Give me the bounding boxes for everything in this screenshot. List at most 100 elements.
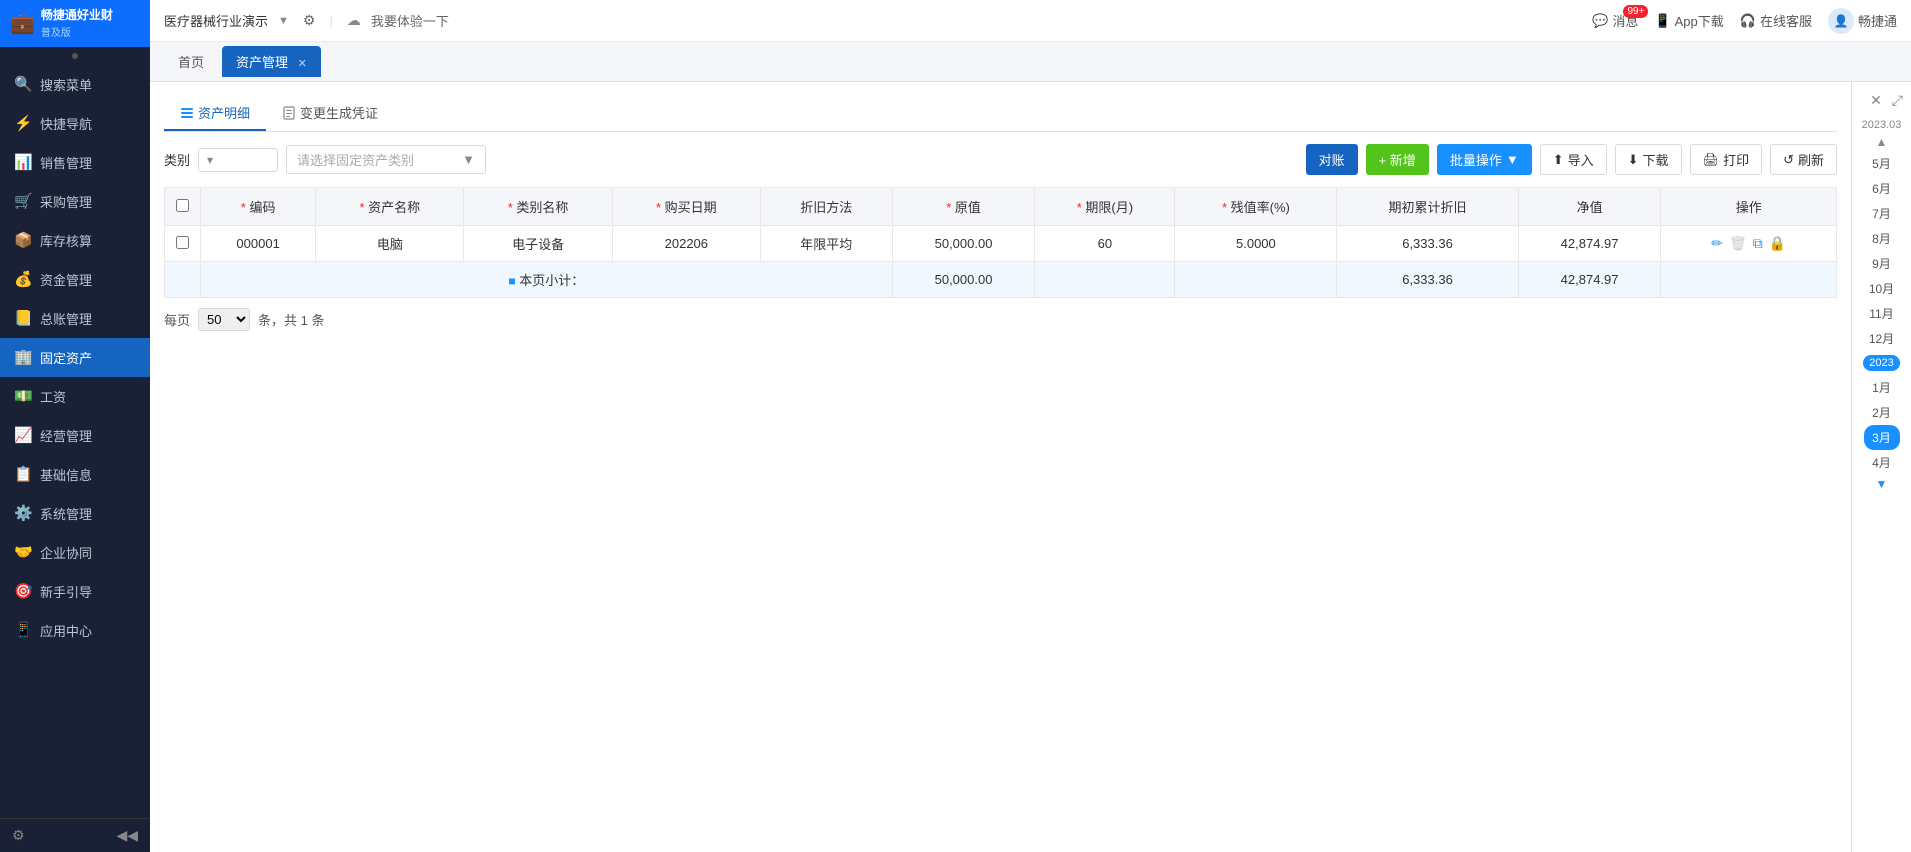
subtotal-original-value: 50,000.00 bbox=[892, 262, 1035, 298]
toolbar: 类别 ▾ 请选择固定资产类别 ▼ 对账 + 新增 批量操作 ▼ bbox=[164, 144, 1837, 175]
edit-icon[interactable]: ✏ bbox=[1711, 235, 1723, 252]
panel-up-icon[interactable]: ▲ bbox=[1876, 135, 1888, 149]
panel-down-icon[interactable]: ▼ bbox=[1876, 477, 1888, 491]
subtab-detail-label: 资产明细 bbox=[198, 103, 250, 122]
month-12[interactable]: 12月 bbox=[1852, 326, 1911, 351]
subtotal-label: ■ 本页小计： bbox=[201, 262, 893, 298]
select-all-checkbox[interactable] bbox=[176, 199, 189, 212]
panel-down-control: ▼ bbox=[1876, 475, 1888, 493]
more-icon[interactable]: 🔒 bbox=[1769, 235, 1786, 252]
sidebar-item-guide[interactable]: 🎯 新手引导 bbox=[0, 572, 150, 611]
month-10[interactable]: 10月 bbox=[1852, 276, 1911, 301]
sidebar-item-enterprise[interactable]: 🤝 企业协同 bbox=[0, 533, 150, 572]
refresh-icon: ↺ bbox=[1783, 152, 1794, 168]
tab-close-icon[interactable]: ✕ bbox=[298, 58, 307, 70]
col-name: 资产名称 bbox=[316, 188, 464, 226]
sidebar-item-appcenter[interactable]: 📱 应用中心 bbox=[0, 611, 150, 650]
sidebar-item-label: 固定资产 bbox=[40, 348, 92, 367]
per-page-select[interactable]: 50 20 100 bbox=[198, 308, 250, 331]
cell-depreciation-method: 年限平均 bbox=[760, 226, 892, 262]
row-checkbox[interactable] bbox=[176, 236, 189, 249]
print-button[interactable]: 🖨 打印 bbox=[1690, 144, 1763, 175]
month-7[interactable]: 7月 bbox=[1852, 201, 1911, 226]
month-1[interactable]: 1月 bbox=[1852, 375, 1911, 400]
sidebar-item-basicinfo[interactable]: 📋 基础信息 bbox=[0, 455, 150, 494]
sidebar-item-fixedassets[interactable]: 🏢 固定资产 bbox=[0, 338, 150, 377]
month-3[interactable]: 3月 bbox=[1864, 425, 1900, 450]
tabs-bar: 首页 资产管理 ✕ bbox=[150, 42, 1911, 82]
month-4[interactable]: 4月 bbox=[1852, 450, 1911, 475]
topbar-gear-icon[interactable]: ⚙ bbox=[303, 12, 316, 29]
import-label: 导入 bbox=[1568, 150, 1594, 169]
sidebar-item-label: 库存核算 bbox=[40, 231, 92, 250]
year-badge[interactable]: 2023 bbox=[1863, 355, 1899, 371]
sidebar-header: 💼 畅捷通好业财 普及版 bbox=[0, 0, 150, 47]
category-select[interactable]: ▾ bbox=[198, 148, 278, 172]
avatar: 👤 bbox=[1828, 8, 1854, 34]
sidebar-item-system[interactable]: ⚙️ 系统管理 bbox=[0, 494, 150, 533]
month-2[interactable]: 2月 bbox=[1852, 400, 1911, 425]
download-button[interactable]: ⬇ 下载 bbox=[1615, 144, 1682, 175]
month-5[interactable]: 5月 bbox=[1852, 151, 1911, 176]
settings-icon[interactable]: ⚙ bbox=[12, 827, 25, 844]
sidebar-logo-icon: 💼 bbox=[10, 11, 35, 36]
info-icon: 📋 bbox=[14, 465, 32, 483]
sidebar-item-quicknav[interactable]: ⚡ 快捷导航 bbox=[0, 104, 150, 143]
user-button[interactable]: 👤 畅捷通 bbox=[1828, 8, 1897, 34]
message-badge: 99+ bbox=[1623, 5, 1648, 18]
app-icon: 📱 bbox=[14, 621, 32, 639]
subtotal-row: ■ 本页小计： 50,000.00 6,333.36 bbox=[165, 262, 1837, 298]
print-icon: 🖨 bbox=[1703, 152, 1720, 168]
subtab-voucher[interactable]: 变更生成凭证 bbox=[266, 96, 394, 131]
service-button[interactable]: 🎧 在线客服 bbox=[1740, 11, 1812, 30]
sidebar-item-label: 经营管理 bbox=[40, 426, 92, 445]
subtotal-initial-depreciation: 6,333.36 bbox=[1337, 262, 1518, 298]
company-name[interactable]: 医疗器械行业演示 bbox=[164, 11, 268, 30]
collapse-icon[interactable]: ◀◀ bbox=[116, 827, 138, 844]
download-button[interactable]: 📱 App下载 bbox=[1654, 11, 1723, 30]
delete-icon[interactable]: 🗑 bbox=[1729, 235, 1747, 252]
sidebar-item-inventory[interactable]: 📦 库存核算 bbox=[0, 221, 150, 260]
scroll-up-btn[interactable] bbox=[72, 53, 78, 59]
ops-icon: 📈 bbox=[14, 426, 32, 444]
month-8[interactable]: 8月 bbox=[1852, 226, 1911, 251]
message-button[interactable]: 💬 消息 99+ bbox=[1592, 11, 1638, 30]
import-button[interactable]: ⬆ 导入 bbox=[1540, 144, 1607, 175]
tab-assets[interactable]: 资产管理 ✕ bbox=[222, 46, 321, 77]
sidebar-item-ledger[interactable]: 📒 总账管理 bbox=[0, 299, 150, 338]
copy-icon[interactable]: ⧉ bbox=[1753, 235, 1763, 252]
tab-assets-label: 资产管理 bbox=[236, 55, 288, 70]
sidebar-item-search[interactable]: 🔍 搜索菜单 bbox=[0, 65, 150, 104]
refresh-label: 刷新 bbox=[1798, 150, 1824, 169]
sidebar-item-capital[interactable]: 💰 资金管理 bbox=[0, 260, 150, 299]
sidebar-item-operations[interactable]: 📈 经营管理 bbox=[0, 416, 150, 455]
sidebar-item-purchase[interactable]: 🛒 采购管理 bbox=[0, 182, 150, 221]
category-input[interactable]: 请选择固定资产类别 ▼ bbox=[286, 145, 486, 174]
user-label: 畅捷通 bbox=[1858, 11, 1897, 30]
reconcile-button[interactable]: 对账 bbox=[1306, 144, 1358, 175]
batch-button[interactable]: 批量操作 ▼ bbox=[1437, 144, 1532, 175]
sidebar-item-label: 总账管理 bbox=[40, 309, 92, 328]
handshake-icon: 🤝 bbox=[14, 543, 32, 561]
experience-text[interactable]: 我要体验一下 bbox=[371, 11, 449, 30]
subtabs: 资产明细 变更生成凭证 bbox=[164, 96, 1837, 132]
sidebar-item-sales[interactable]: 📊 销售管理 bbox=[0, 143, 150, 182]
cell-original-value: 50,000.00 bbox=[892, 226, 1035, 262]
subtab-detail[interactable]: 资产明细 bbox=[164, 96, 266, 131]
month-6[interactable]: 6月 bbox=[1852, 176, 1911, 201]
panel-close-icon[interactable]: ✕ bbox=[1866, 88, 1886, 113]
row-checkbox-cell bbox=[165, 226, 201, 262]
month-11[interactable]: 11月 bbox=[1852, 301, 1911, 326]
flash-icon: ⚡ bbox=[14, 114, 32, 132]
cell-code: 000001 bbox=[201, 226, 316, 262]
refresh-button[interactable]: ↺ 刷新 bbox=[1770, 144, 1837, 175]
new-button[interactable]: + 新增 bbox=[1366, 144, 1429, 175]
tab-home[interactable]: 首页 bbox=[164, 46, 218, 77]
sidebar-item-label: 搜索菜单 bbox=[40, 75, 92, 94]
month-9[interactable]: 9月 bbox=[1852, 251, 1911, 276]
sidebar-item-label: 企业协同 bbox=[40, 543, 92, 562]
sidebar-item-payroll[interactable]: 💵 工资 bbox=[0, 377, 150, 416]
cell-net-value: 42,874.97 bbox=[1518, 226, 1661, 262]
panel-expand-icon[interactable]: ⤢ bbox=[1888, 88, 1907, 113]
subtotal-residual bbox=[1175, 262, 1337, 298]
